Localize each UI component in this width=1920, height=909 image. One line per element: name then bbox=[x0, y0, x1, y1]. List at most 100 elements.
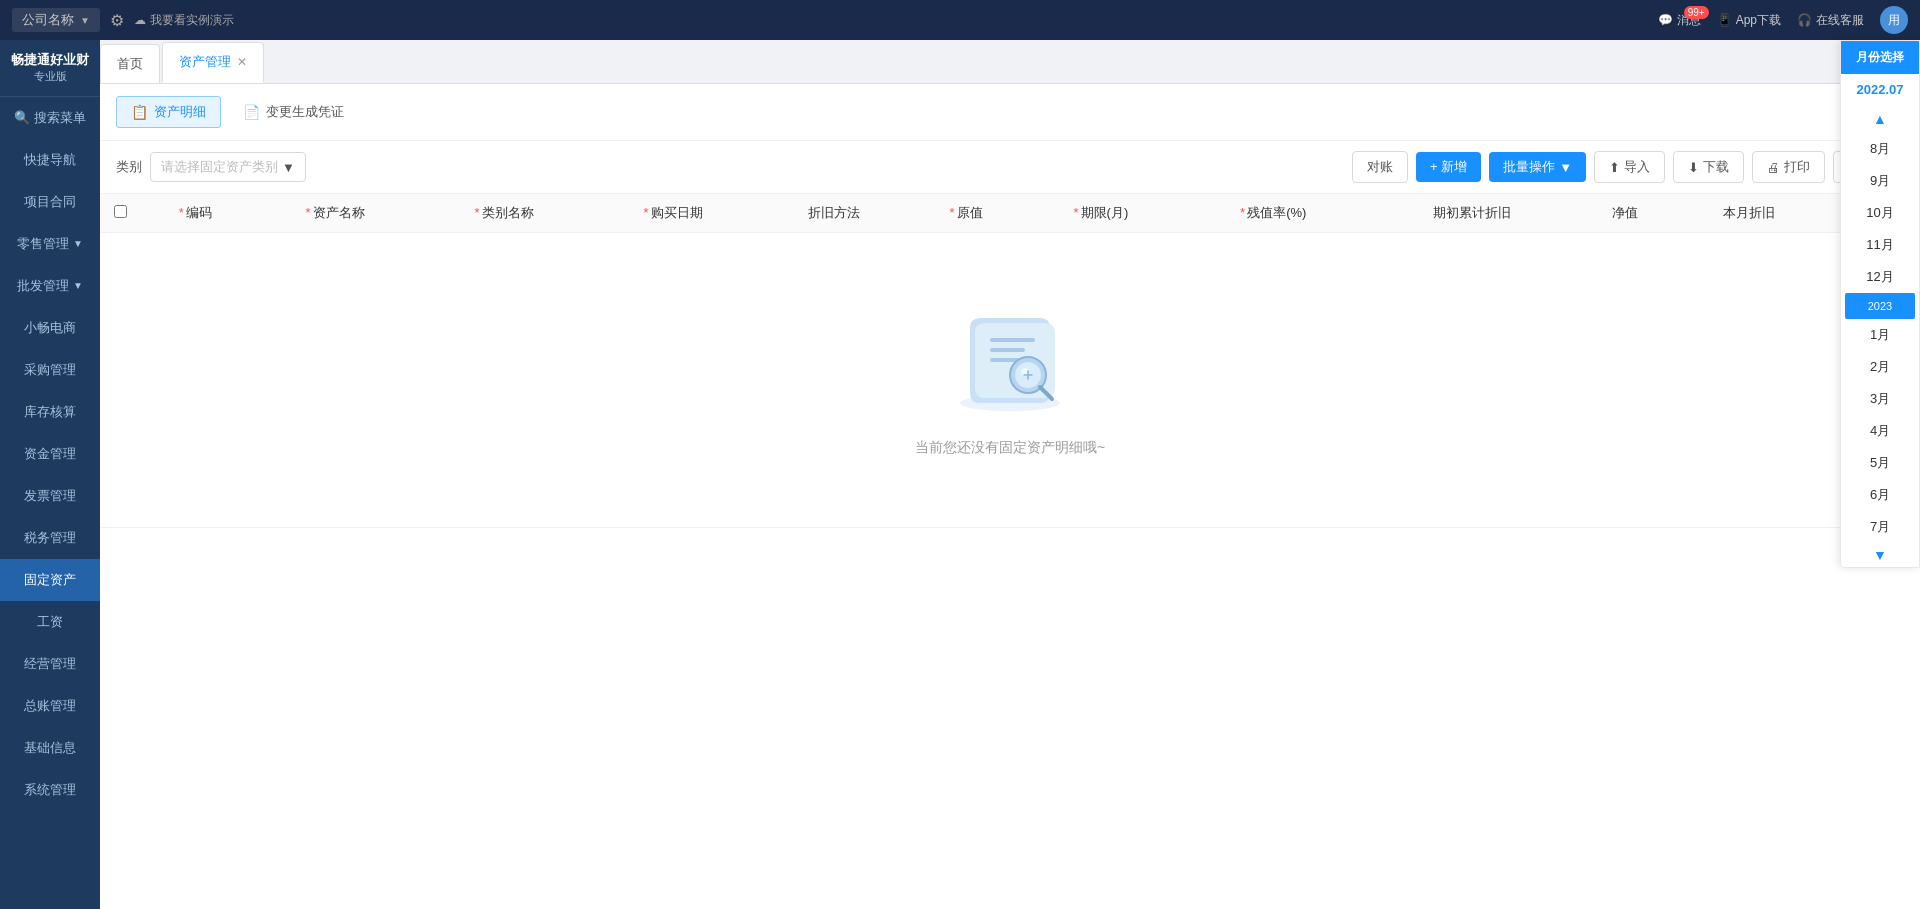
settings-icon[interactable]: ⚙ bbox=[110, 11, 124, 30]
month-5[interactable]: 5月 bbox=[1841, 447, 1919, 479]
table-header-row: *编码 *资产名称 *类别名称 *购买日期 折旧方法 *原值 *期限(月) *残… bbox=[100, 194, 1920, 233]
toolbar-left: 类别 请选择固定资产类别 ▼ bbox=[116, 152, 1344, 182]
select-arrow-icon: ▼ bbox=[282, 160, 295, 175]
category-select[interactable]: 请选择固定资产类别 ▼ bbox=[150, 152, 306, 182]
tab-close-icon[interactable]: ✕ bbox=[237, 55, 247, 69]
category-label: 类别 bbox=[116, 158, 142, 176]
message-icon: 💬 bbox=[1658, 13, 1673, 27]
col-net-value: 净值 bbox=[1578, 194, 1673, 233]
sidebar-item-ledger[interactable]: 总账管理 bbox=[0, 685, 100, 727]
month-down-button[interactable]: ▼ bbox=[1873, 547, 1887, 563]
brand-subtitle: 专业版 bbox=[8, 69, 92, 84]
batch-arrow-icon: ▼ bbox=[1559, 160, 1572, 175]
print-button[interactable]: 🖨 打印 bbox=[1752, 151, 1825, 183]
empty-text: 当前您还没有固定资产明细哦~ bbox=[915, 439, 1105, 457]
month-panel-title: 月份选择 bbox=[1841, 41, 1919, 74]
demo-label[interactable]: ☁ 我要看实例演示 bbox=[134, 12, 234, 29]
month-nav-down: ▼ bbox=[1841, 543, 1919, 567]
sidebar-item-search[interactable]: 🔍搜索菜单 bbox=[0, 97, 100, 139]
sidebar-item-quick-nav[interactable]: 快捷导航 bbox=[0, 139, 100, 181]
year-2023-badge: 2023 bbox=[1845, 293, 1915, 319]
sidebar-item-inventory[interactable]: 库存核算 bbox=[0, 391, 100, 433]
chevron-down-icon: ▼ bbox=[80, 15, 90, 26]
col-category: *类别名称 bbox=[420, 194, 589, 233]
table-wrapper: *编码 *资产名称 *类别名称 *购买日期 折旧方法 *原值 *期限(月) *残… bbox=[100, 194, 1920, 909]
empty-row: 当前您还没有固定资产明细哦~ bbox=[100, 233, 1920, 528]
toolbar: 类别 请选择固定资产类别 ▼ 对账 + 新增 批量操作 ▼ ⬆ 导入 bbox=[100, 141, 1920, 194]
top-bar: 公司名称 ▼ ⚙ ☁ 我要看实例演示 💬 消息 99+ 📱 App下载 🎧 在线… bbox=[0, 0, 1920, 40]
sidebar-item-retail[interactable]: 零售管理▼ bbox=[0, 223, 100, 265]
select-all-col bbox=[100, 194, 140, 233]
col-residual-rate: *残值率(%) bbox=[1181, 194, 1366, 233]
month-6[interactable]: 6月 bbox=[1841, 479, 1919, 511]
messages-badge: 99+ bbox=[1684, 6, 1709, 19]
nav-tabs: 首页 资产管理 ✕ bbox=[100, 40, 1920, 84]
col-accumulated: 期初累计折旧 bbox=[1366, 194, 1578, 233]
sub-tab-asset-detail-label: 资产明细 bbox=[154, 103, 206, 121]
add-button[interactable]: + 新增 bbox=[1416, 152, 1481, 182]
month-current-display[interactable]: 2022.07 bbox=[1841, 74, 1919, 105]
avatar[interactable]: 用 bbox=[1880, 6, 1908, 34]
messages-button[interactable]: 💬 消息 99+ bbox=[1658, 12, 1701, 29]
month-4[interactable]: 4月 bbox=[1841, 415, 1919, 447]
col-monthly: 本月折旧 bbox=[1672, 194, 1825, 233]
asset-table: *编码 *资产名称 *类别名称 *购买日期 折旧方法 *原值 *期限(月) *残… bbox=[100, 194, 1920, 528]
arrow-icon: ▼ bbox=[73, 238, 83, 249]
headset-icon: 🎧 bbox=[1797, 13, 1812, 27]
sidebar-item-batch[interactable]: 批发管理▼ bbox=[0, 265, 100, 307]
month-12[interactable]: 12月 bbox=[1841, 261, 1919, 293]
sidebar-item-project[interactable]: 项目合同 bbox=[0, 181, 100, 223]
doc-icon: 📄 bbox=[243, 104, 260, 120]
cloud-icon: ☁ bbox=[134, 13, 146, 27]
app-download-button[interactable]: 📱 App下载 bbox=[1717, 12, 1781, 29]
col-purchase-date: *购买日期 bbox=[589, 194, 758, 233]
sidebar-item-salary[interactable]: 工资 bbox=[0, 601, 100, 643]
sidebar-item-invoice[interactable]: 发票管理 bbox=[0, 475, 100, 517]
tab-home[interactable]: 首页 bbox=[100, 44, 160, 83]
month-10[interactable]: 10月 bbox=[1841, 197, 1919, 229]
sidebar-item-ecommerce[interactable]: 小畅电商 bbox=[0, 307, 100, 349]
svg-rect-1 bbox=[990, 338, 1035, 342]
sub-tab-change-voucher-label: 变更生成凭证 bbox=[266, 103, 344, 121]
month-9[interactable]: 9月 bbox=[1841, 165, 1919, 197]
month-up-button[interactable]: ▲ bbox=[1867, 109, 1893, 129]
month-1[interactable]: 1月 bbox=[1841, 319, 1919, 351]
sidebar-item-operation[interactable]: 经营管理 bbox=[0, 643, 100, 685]
sidebar-item-fixed-assets[interactable]: 固定资产 bbox=[0, 559, 100, 601]
tab-asset-manage[interactable]: 资产管理 ✕ bbox=[162, 42, 264, 83]
print-icon: 🖨 bbox=[1767, 160, 1780, 175]
asset-manage-tab-label: 资产管理 bbox=[179, 53, 231, 71]
month-7[interactable]: 7月 bbox=[1841, 511, 1919, 543]
month-2[interactable]: 2月 bbox=[1841, 351, 1919, 383]
company-selector[interactable]: 公司名称 ▼ bbox=[12, 8, 100, 32]
sidebar-item-purchase[interactable]: 采购管理 bbox=[0, 349, 100, 391]
sub-tab-asset-detail[interactable]: 📋 资产明细 bbox=[116, 96, 221, 128]
company-name: 公司名称 bbox=[22, 11, 74, 29]
sidebar-item-basic-info[interactable]: 基础信息 bbox=[0, 727, 100, 769]
reconcile-button[interactable]: 对账 bbox=[1352, 151, 1408, 183]
online-service-button[interactable]: 🎧 在线客服 bbox=[1797, 12, 1864, 29]
download-icon: ⬇ bbox=[1688, 160, 1699, 175]
table-head: *编码 *资产名称 *类别名称 *购买日期 折旧方法 *原值 *期限(月) *残… bbox=[100, 194, 1920, 233]
month-11[interactable]: 11月 bbox=[1841, 229, 1919, 261]
mobile-icon: 📱 bbox=[1717, 13, 1732, 27]
top-bar-left: 公司名称 ▼ ⚙ ☁ 我要看实例演示 bbox=[12, 8, 234, 32]
col-code: *编码 bbox=[140, 194, 250, 233]
month-8[interactable]: 8月 bbox=[1841, 133, 1919, 165]
select-all-checkbox[interactable] bbox=[114, 205, 127, 218]
sub-tab-change-voucher[interactable]: 📄 变更生成凭证 bbox=[229, 97, 358, 127]
download-button[interactable]: ⬇ 下载 bbox=[1673, 151, 1744, 183]
import-button[interactable]: ⬆ 导入 bbox=[1594, 151, 1665, 183]
sidebar-item-tax[interactable]: 税务管理 bbox=[0, 517, 100, 559]
col-depreciation-method: 折旧方法 bbox=[758, 194, 911, 233]
sub-tabs: 📋 资产明细 📄 变更生成凭证 bbox=[100, 84, 1920, 141]
month-3[interactable]: 3月 bbox=[1841, 383, 1919, 415]
batch-button[interactable]: 批量操作 ▼ bbox=[1489, 152, 1586, 182]
main-layout: 畅捷通好业财 专业版 🔍搜索菜单 快捷导航 项目合同 零售管理▼ 批发管理▼ 小… bbox=[0, 40, 1920, 909]
sidebar-item-finance[interactable]: 资金管理 bbox=[0, 433, 100, 475]
sidebar-item-system[interactable]: 系统管理 bbox=[0, 769, 100, 811]
col-name: *资产名称 bbox=[250, 194, 419, 233]
sidebar-brand: 畅捷通好业财 专业版 bbox=[0, 40, 100, 97]
page-content: 📋 资产明细 📄 变更生成凭证 类别 请选择固定资产类别 ▼ bbox=[100, 84, 1920, 909]
empty-state: 当前您还没有固定资产明细哦~ bbox=[108, 243, 1912, 517]
